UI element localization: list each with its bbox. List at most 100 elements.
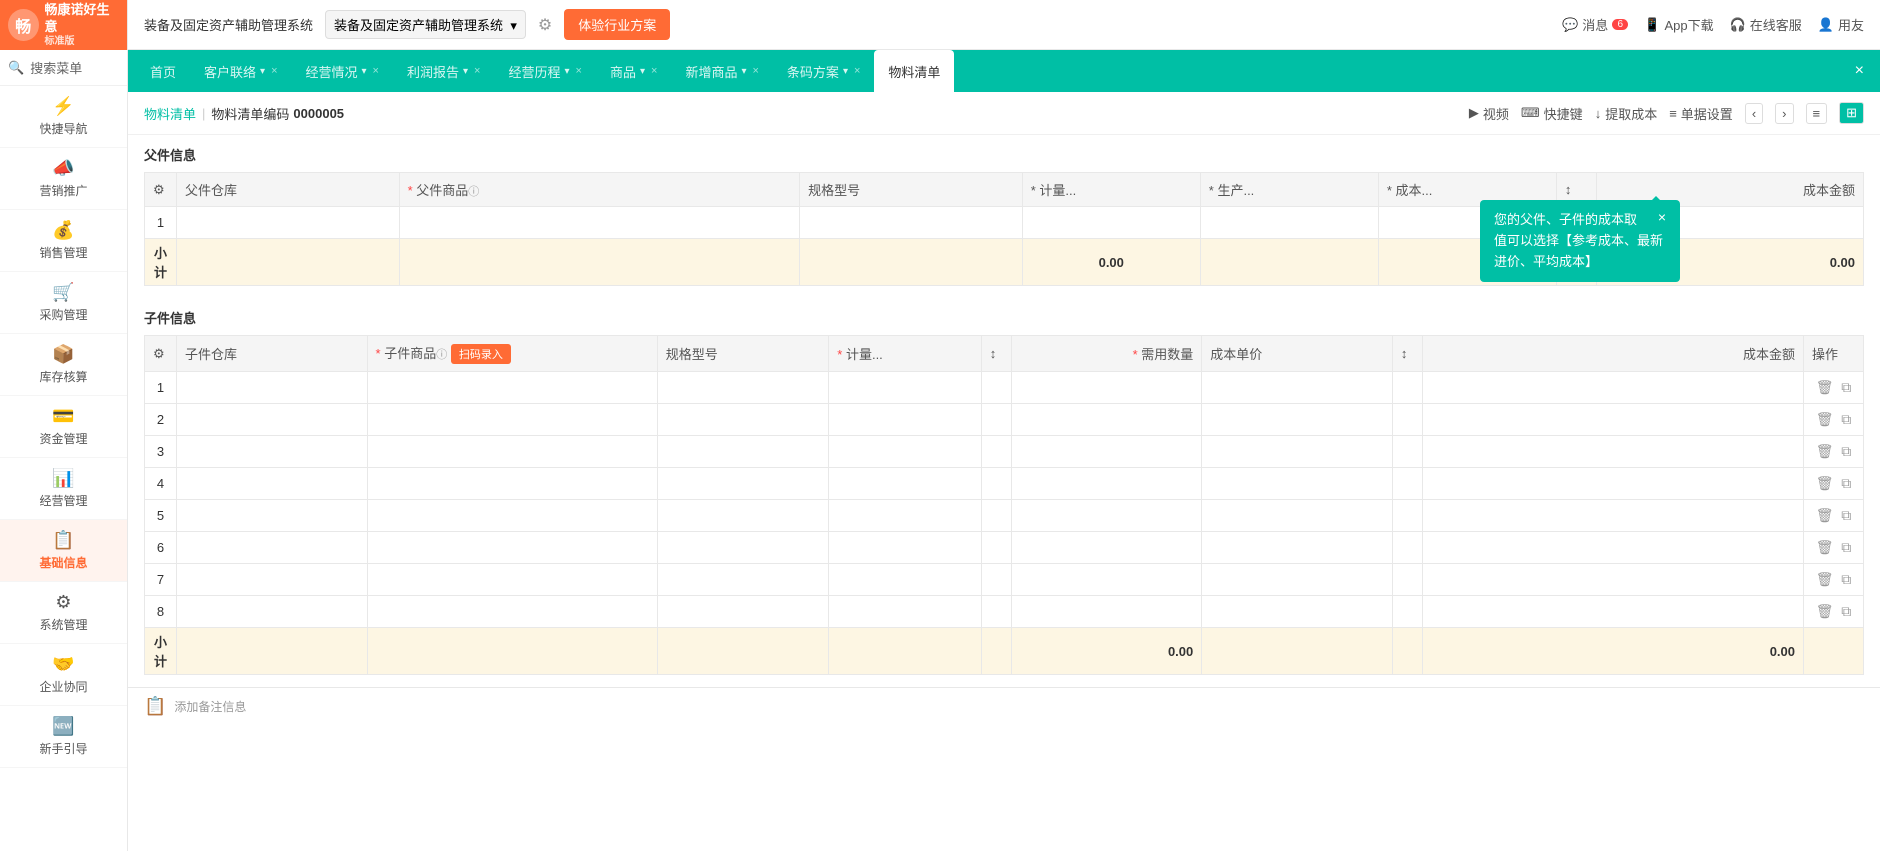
sidebar-item-marketing[interactable]: 📣 营销推广 [0, 148, 127, 210]
child-unit-cell[interactable] [829, 372, 981, 404]
child-col-settings[interactable]: ⚙ [145, 336, 177, 372]
scan-input-button[interactable]: 扫码录入 [451, 344, 511, 364]
child-unit-cell[interactable] [829, 468, 981, 500]
close-tab-icon[interactable]: × [752, 65, 758, 77]
child-product-cell[interactable] [367, 436, 657, 468]
single-setup-action[interactable]: ≡ 单据设置 [1669, 104, 1733, 123]
close-tab-icon[interactable]: × [576, 65, 582, 77]
child-warehouse-cell[interactable] [177, 468, 368, 500]
gear-icon[interactable]: ⚙ [538, 15, 552, 35]
child-qty-cell[interactable] [1011, 372, 1202, 404]
parent-product-cell[interactable] [399, 207, 800, 239]
tab-home[interactable]: 首页 [136, 50, 190, 92]
child-spec-cell[interactable] [657, 564, 829, 596]
child-spec-cell[interactable] [657, 500, 829, 532]
video-action[interactable]: ▶ 视频 [1469, 104, 1509, 123]
child-qty-cell[interactable] [1011, 532, 1202, 564]
child-qty-cell[interactable] [1011, 404, 1202, 436]
trial-button[interactable]: 体验行业方案 [564, 9, 670, 40]
sidebar-item-sales[interactable]: 💰 销售管理 [0, 210, 127, 272]
copy-row-button[interactable]: ⧉ [1841, 507, 1851, 523]
delete-row-button[interactable]: 🗑 [1816, 571, 1834, 587]
child-product-cell[interactable] [367, 468, 657, 500]
child-unit-price-cell[interactable] [1202, 372, 1393, 404]
close-tab-icon[interactable]: × [373, 65, 379, 77]
app-download-button[interactable]: 📱 App下载 [1644, 15, 1713, 34]
delete-row-button[interactable]: 🗑 [1816, 475, 1834, 491]
child-qty-cell[interactable] [1011, 596, 1202, 628]
tab-customers[interactable]: 客户联络 ▾ × [190, 50, 291, 92]
child-unit-price-cell[interactable] [1202, 404, 1393, 436]
close-tab-icon[interactable]: × [271, 65, 277, 77]
child-product-cell[interactable] [367, 404, 657, 436]
child-qty-cell[interactable] [1011, 436, 1202, 468]
child-unit-cell[interactable] [829, 532, 981, 564]
tab-bom[interactable]: 物料清单 [874, 50, 954, 92]
child-spec-cell[interactable] [657, 468, 829, 500]
shortcut-action[interactable]: ⌨ 快捷键 [1521, 104, 1583, 123]
copy-row-button[interactable]: ⧉ [1841, 603, 1851, 619]
message-button[interactable]: 💬 消息 6 [1562, 15, 1628, 34]
child-spec-cell[interactable] [657, 404, 829, 436]
child-unit-price-cell[interactable] [1202, 596, 1393, 628]
sidebar-item-system[interactable]: ⚙ 系统管理 [0, 582, 127, 644]
child-warehouse-cell[interactable] [177, 436, 368, 468]
child-qty-cell[interactable] [1011, 500, 1202, 532]
child-unit-price-cell[interactable] [1202, 436, 1393, 468]
child-unit-cell[interactable] [829, 500, 981, 532]
child-unit-cell[interactable] [829, 596, 981, 628]
extract-cost-action[interactable]: ↓ 提取成本 [1595, 104, 1658, 123]
tab-operations[interactable]: 经营情况 ▾ × [292, 50, 393, 92]
close-tab-icon[interactable]: × [854, 65, 860, 77]
sidebar-item-operations[interactable]: 📊 经营管理 [0, 458, 127, 520]
tab-biz-history[interactable]: 经营历程 ▾ × [494, 50, 595, 92]
system-selector[interactable]: 装备及固定资产辅助管理系统 ▾ [325, 10, 526, 39]
search-menu[interactable]: 🔍 搜索菜单 [0, 50, 127, 86]
child-warehouse-cell[interactable] [177, 500, 368, 532]
child-unit-cell[interactable] [829, 436, 981, 468]
tab-new-product[interactable]: 新增商品 ▾ × [671, 50, 772, 92]
copy-row-button[interactable]: ⧉ [1841, 379, 1851, 395]
copy-row-button[interactable]: ⧉ [1841, 443, 1851, 459]
child-warehouse-cell[interactable] [177, 532, 368, 564]
child-warehouse-cell[interactable] [177, 596, 368, 628]
parent-unit-cell[interactable] [1022, 207, 1200, 239]
page-nav-prev[interactable]: ‹ [1745, 103, 1763, 124]
child-unit-cell[interactable] [829, 564, 981, 596]
child-spec-cell[interactable] [657, 532, 829, 564]
add-note-text[interactable]: 添加备注信息 [174, 698, 246, 715]
copy-row-button[interactable]: ⧉ [1841, 539, 1851, 555]
child-product-cell[interactable] [367, 532, 657, 564]
tab-barcode[interactable]: 条码方案 ▾ × [773, 50, 874, 92]
child-spec-cell[interactable] [657, 436, 829, 468]
tab-profit[interactable]: 利润报告 ▾ × [393, 50, 494, 92]
child-product-cell[interactable] [367, 500, 657, 532]
delete-row-button[interactable]: 🗑 [1816, 603, 1834, 619]
child-product-cell[interactable] [367, 596, 657, 628]
sidebar-item-basic-info[interactable]: 📋 基础信息 [0, 520, 127, 582]
delete-row-button[interactable]: 🗑 [1816, 443, 1834, 459]
user-menu[interactable]: 👤 用友 [1818, 15, 1864, 34]
page-nav-next[interactable]: › [1775, 103, 1793, 124]
delete-row-button[interactable]: 🗑 [1816, 539, 1834, 555]
parent-spec-cell[interactable] [800, 207, 1023, 239]
parent-warehouse-cell[interactable] [177, 207, 400, 239]
child-unit-price-cell[interactable] [1202, 564, 1393, 596]
close-all-tabs-button[interactable]: × [1847, 62, 1872, 80]
child-unit-price-cell[interactable] [1202, 468, 1393, 500]
child-spec-cell[interactable] [657, 372, 829, 404]
breadcrumb[interactable]: 物料清单 [144, 104, 196, 123]
tooltip-close-button[interactable]: × [1658, 210, 1666, 224]
grid-view-icon[interactable]: ≡ [1806, 103, 1828, 124]
child-unit-price-cell[interactable] [1202, 500, 1393, 532]
child-qty-cell[interactable] [1011, 564, 1202, 596]
sidebar-item-inventory[interactable]: 📦 库存核算 [0, 334, 127, 396]
child-product-cell[interactable] [367, 372, 657, 404]
delete-row-button[interactable]: 🗑 [1816, 411, 1834, 427]
child-warehouse-cell[interactable] [177, 372, 368, 404]
parent-col-settings[interactable]: ⚙ [145, 173, 177, 207]
tab-products[interactable]: 商品 ▾ × [596, 50, 671, 92]
sidebar-item-purchase[interactable]: 🛒 采购管理 [0, 272, 127, 334]
child-qty-cell[interactable] [1011, 468, 1202, 500]
online-service-button[interactable]: 🎧 在线客服 [1730, 15, 1802, 34]
